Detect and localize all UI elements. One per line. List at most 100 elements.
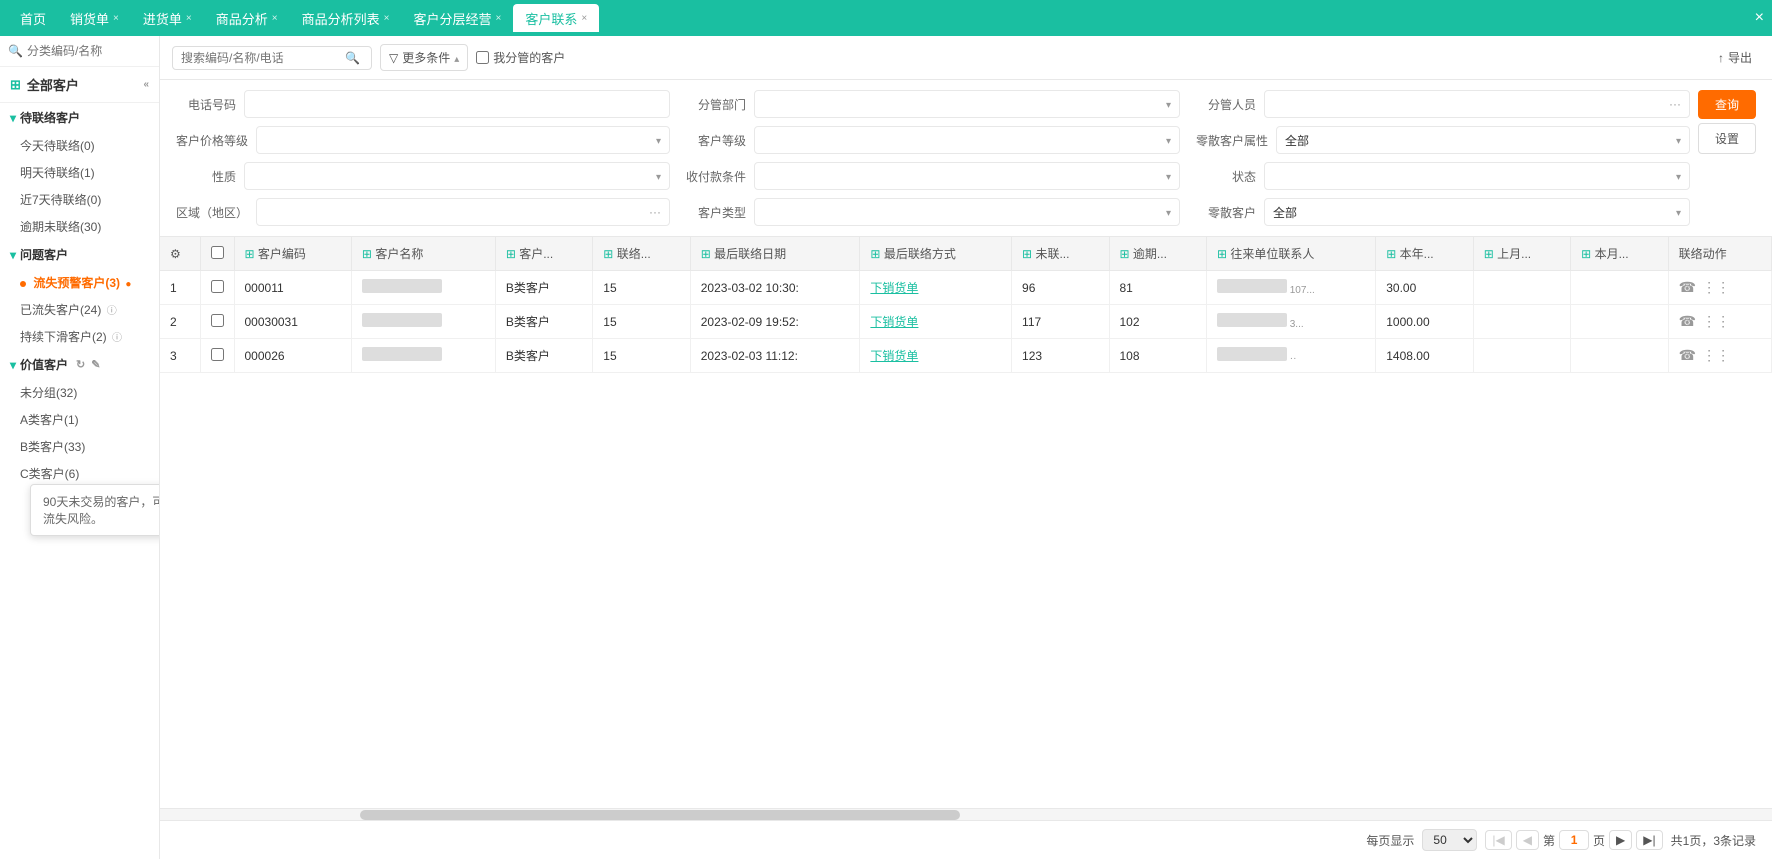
th-this-year[interactable]: ⊞ 本年...: [1376, 237, 1473, 271]
status-select[interactable]: [1264, 162, 1690, 190]
select-all-checkbox[interactable]: [211, 246, 224, 259]
sidebar-section-pending-title[interactable]: ▾ 待联络客户: [0, 103, 159, 132]
page-input[interactable]: [1559, 830, 1589, 850]
row-checkbox-0[interactable]: [211, 280, 224, 293]
price-level-select[interactable]: [256, 126, 670, 154]
scrollbar-thumb[interactable]: [360, 810, 960, 820]
cell-this-month: [1571, 271, 1668, 305]
next-page-btn[interactable]: ▶: [1609, 830, 1632, 850]
edit-icon[interactable]: ✎: [91, 358, 100, 371]
nature-select[interactable]: [244, 162, 670, 190]
retail-cust-select[interactable]: 全部: [1264, 198, 1690, 226]
manager-select[interactable]: ···: [1264, 90, 1690, 118]
sidebar: 🔍 ⊞ 全部客户 « ▾ 待联络客户 今天待联络(0) 明天待联络(1) 近7天…: [0, 36, 160, 859]
cust-level-select[interactable]: [754, 126, 1180, 154]
sidebar-item-churned[interactable]: 已流失客户(24) ⓘ: [0, 296, 159, 323]
last-page-btn[interactable]: ▶|: [1636, 830, 1662, 850]
th-code[interactable]: ⊞ 客户编码: [234, 237, 351, 271]
prev-page-btn[interactable]: ◀: [1516, 830, 1539, 850]
close-all-icon[interactable]: ×: [1755, 9, 1764, 27]
sidebar-item-ungrouped[interactable]: 未分组(32): [0, 379, 159, 406]
th-last-date[interactable]: ⊞ 最后联络日期: [690, 237, 860, 271]
main-layout: 🔍 ⊞ 全部客户 « ▾ 待联络客户 今天待联络(0) 明天待联络(1) 近7天…: [0, 36, 1772, 859]
phone-input[interactable]: [244, 90, 670, 118]
tab-analysis-list-close[interactable]: ×: [384, 13, 390, 24]
tab-analysis-close[interactable]: ×: [272, 13, 278, 24]
last-method-link[interactable]: 下销货单: [870, 281, 918, 295]
tab-customer-tier[interactable]: 客户分层经营 ×: [401, 4, 513, 32]
dept-select[interactable]: [754, 90, 1180, 118]
cell-last-method[interactable]: 下销货单: [860, 271, 1012, 305]
last-method-link[interactable]: 下销货单: [870, 349, 918, 363]
region-select[interactable]: ···: [256, 198, 670, 226]
sidebar-search-input[interactable]: [27, 44, 151, 58]
cell-checkbox[interactable]: [200, 271, 234, 305]
settings-icon[interactable]: ⚙: [170, 247, 181, 261]
cell-checkbox[interactable]: [200, 305, 234, 339]
more-action-icon[interactable]: ⋮⋮: [1702, 279, 1730, 296]
refresh-icon[interactable]: ↻: [76, 358, 85, 371]
horizontal-scrollbar[interactable]: [160, 808, 1772, 820]
more-conditions-btn[interactable]: ▽ 更多条件: [380, 44, 468, 71]
cust-type-select[interactable]: [754, 198, 1180, 226]
my-customers-check[interactable]: [476, 51, 489, 64]
sidebar-item-today[interactable]: 今天待联络(0): [0, 132, 159, 159]
contact-action-icon[interactable]: ☎: [1679, 279, 1696, 296]
sidebar-item-class-b[interactable]: B类客户(33): [0, 433, 159, 460]
tab-purchase-close[interactable]: ×: [186, 13, 192, 24]
chevron-down-icon-3: ▾: [10, 358, 16, 372]
sidebar-item-class-a[interactable]: A类客户(1): [0, 406, 159, 433]
sidebar-item-7days[interactable]: 近7天待联络(0): [0, 186, 159, 213]
per-page-select[interactable]: 50 100 200: [1422, 829, 1477, 851]
th-overdue[interactable]: ⊞ 逾期...: [1109, 237, 1206, 271]
payment-select[interactable]: [754, 162, 1180, 190]
th-last-method[interactable]: ⊞ 最后联络方式: [860, 237, 1012, 271]
tab-bar: 首页 销货单 × 进货单 × 商品分析 × 商品分析列表 × 客户分层经营 × …: [0, 0, 1772, 36]
sidebar-section-value-title[interactable]: ▾ 价值客户 ↻ ✎: [0, 350, 159, 379]
th-name[interactable]: ⊞ 客户名称: [351, 237, 495, 271]
tab-home[interactable]: 首页: [8, 4, 58, 32]
sidebar-section-problem-title[interactable]: ▾ 问题客户: [0, 240, 159, 269]
sidebar-item-churn-warning[interactable]: 流失预警客户(3) ●: [0, 269, 159, 296]
retail-attr-select[interactable]: 全部: [1276, 126, 1690, 154]
tab-sales[interactable]: 销货单 ×: [58, 4, 131, 32]
tab-purchase[interactable]: 进货单 ×: [131, 4, 204, 32]
sidebar-item-declining[interactable]: 持续下滑客户(2) ⓘ: [0, 323, 159, 350]
th-contact[interactable]: ⊞ 联络...: [593, 237, 690, 271]
my-customers-checkbox[interactable]: 我分管的客户: [476, 49, 565, 66]
th-type[interactable]: ⊞ 客户...: [495, 237, 592, 271]
more-action-icon[interactable]: ⋮⋮: [1702, 313, 1730, 330]
tab-customer-contact[interactable]: 客户联系 ×: [513, 4, 599, 32]
settings-button[interactable]: 设置: [1698, 123, 1756, 154]
th-no-contact[interactable]: ⊞ 未联...: [1012, 237, 1109, 271]
last-method-link[interactable]: 下销货单: [870, 315, 918, 329]
tab-analysis-list[interactable]: 商品分析列表 ×: [290, 4, 402, 32]
sidebar-collapse-btn[interactable]: «: [143, 79, 149, 90]
filter-field-cust-type: 客户类型: [686, 198, 1180, 226]
contact-action-icon[interactable]: ☎: [1679, 313, 1696, 330]
tab-customer-tier-close[interactable]: ×: [495, 13, 501, 24]
tab-sales-close[interactable]: ×: [113, 13, 119, 24]
filter-icon: ▽: [389, 51, 398, 65]
sidebar-item-class-c[interactable]: C类客户(6): [0, 460, 159, 487]
tab-analysis[interactable]: 商品分析 ×: [204, 4, 290, 32]
th-last-month[interactable]: ⊞ 上月...: [1473, 237, 1570, 271]
th-this-month[interactable]: ⊞ 本月...: [1571, 237, 1668, 271]
contact-action-icon[interactable]: ☎: [1679, 347, 1696, 364]
first-page-btn[interactable]: |◀: [1485, 830, 1511, 850]
sidebar-item-overdue[interactable]: 逾期未联络(30): [0, 213, 159, 240]
search-icon-filter[interactable]: 🔍: [345, 51, 360, 65]
cell-last-method[interactable]: 下销货单: [860, 339, 1012, 373]
row-checkbox-1[interactable]: [211, 314, 224, 327]
tab-customer-contact-close[interactable]: ×: [581, 13, 587, 24]
more-action-icon[interactable]: ⋮⋮: [1702, 347, 1730, 364]
cell-contact-person: 3...: [1206, 305, 1375, 339]
cell-last-method[interactable]: 下销货单: [860, 305, 1012, 339]
query-button[interactable]: 查询: [1698, 90, 1756, 119]
cell-checkbox[interactable]: [200, 339, 234, 373]
th-contact-person[interactable]: ⊞ 往来单位联系人: [1206, 237, 1375, 271]
filter-search-input[interactable]: [181, 51, 341, 65]
sidebar-item-tomorrow[interactable]: 明天待联络(1): [0, 159, 159, 186]
row-checkbox-2[interactable]: [211, 348, 224, 361]
export-btn[interactable]: ↑ 导出: [1710, 45, 1760, 70]
